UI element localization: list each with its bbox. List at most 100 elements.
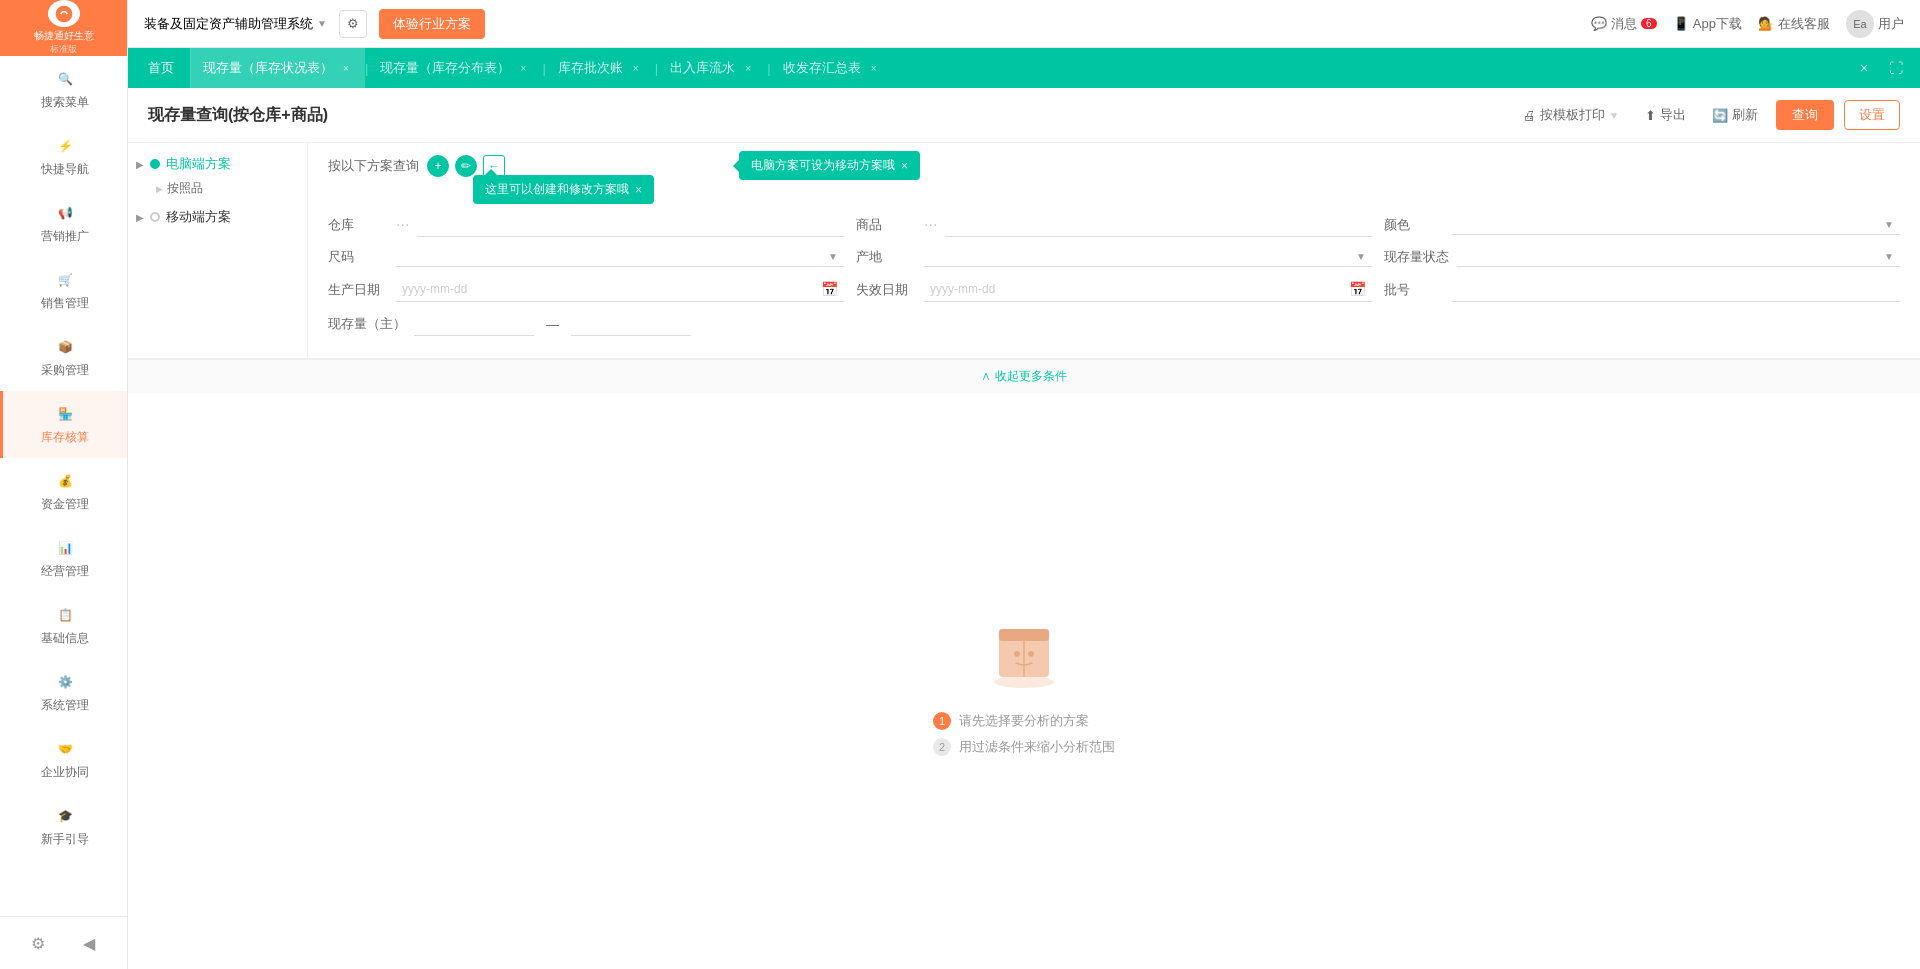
user-avatar: Ea bbox=[1846, 10, 1874, 38]
tab-close-inventory-dist[interactable]: × bbox=[516, 61, 530, 75]
schema-pc-header[interactable]: ▶ 电脑端方案 bbox=[128, 151, 307, 177]
step-1-num: 1 bbox=[933, 712, 951, 730]
app-download-label: App下载 bbox=[1693, 15, 1742, 33]
tab-inout-flow[interactable]: 出入库流水 × bbox=[658, 48, 767, 88]
logo-sub: 标准版 bbox=[50, 43, 77, 56]
edit-tooltip-text: 这里可以创建和修改方案哦 bbox=[485, 181, 629, 198]
empty-step-1: 1 请先选择要分析的方案 bbox=[933, 712, 1115, 730]
app-download-action[interactable]: 📱 App下载 bbox=[1673, 15, 1742, 33]
filter-field-stock-qty: 现存量（主） — bbox=[328, 312, 1900, 336]
tab-inventory-dist[interactable]: 现存量（库存分布表） × bbox=[368, 48, 542, 88]
pc-arrow-icon: ▶ bbox=[136, 159, 144, 170]
online-support-action[interactable]: 💁 在线客服 bbox=[1758, 15, 1830, 33]
sidebar: 畅捷通好生意 标准版 🔍 搜索菜单 ⚡ 快捷导航 📢 营销推广 🛒 销售管理 📦… bbox=[0, 0, 128, 969]
svg-point-5 bbox=[1014, 651, 1020, 657]
header-right: 💬 消息 6 📱 App下载 💁 在线客服 Ea 用户 bbox=[1591, 10, 1904, 38]
sidebar-item-basic[interactable]: 📋 基础信息 bbox=[0, 592, 127, 659]
finance-icon: 💰 bbox=[54, 470, 76, 492]
schema-mobile-header[interactable]: ▶ 移动端方案 bbox=[128, 204, 307, 230]
system-settings-btn[interactable]: ⚙ bbox=[339, 10, 367, 38]
operation-icon: 📊 bbox=[54, 537, 76, 559]
prod-date-from[interactable]: yyyy-mm-dd 📅 bbox=[396, 277, 844, 302]
filter-edit-btn[interactable]: ✏ bbox=[455, 155, 477, 177]
tab-home[interactable]: 首页 bbox=[132, 48, 191, 88]
sidebar-item-finance[interactable]: 💰 资金管理 bbox=[0, 458, 127, 525]
pc-group-label: 电脑端方案 bbox=[166, 155, 231, 173]
sidebar-nav: 🔍 搜索菜单 ⚡ 快捷导航 📢 营销推广 🛒 销售管理 📦 采购管理 🏪 库存核… bbox=[0, 56, 127, 916]
filter-schema-area: ▶ 电脑端方案 ▶ 按照品 ▶ 移动端方案 bbox=[128, 143, 1920, 359]
sidebar-item-quick[interactable]: ⚡ 快捷导航 bbox=[0, 123, 127, 190]
sidebar-item-operation[interactable]: 📊 经营管理 bbox=[0, 525, 127, 592]
filter-field-batch: 批号 bbox=[1384, 278, 1900, 302]
filter-row-2: 尺码 ▼ 产地 ▼ bbox=[328, 247, 1900, 267]
basic-icon: 📋 bbox=[54, 604, 76, 626]
filter-rows: 仓库 ··· 商品 ··· 颜色 bbox=[328, 213, 1900, 336]
trial-button[interactable]: 体验行业方案 bbox=[379, 9, 485, 39]
schema-pc-sub: ▶ 按照品 bbox=[128, 177, 307, 200]
export-btn[interactable]: ⬆ 导出 bbox=[1637, 102, 1694, 128]
print-btn[interactable]: 🖨 按模板打印 ▼ bbox=[1515, 102, 1627, 128]
tab-batch-ledger[interactable]: 库存批次账 × bbox=[546, 48, 655, 88]
user-action[interactable]: Ea 用户 bbox=[1846, 10, 1904, 38]
empty-icon-wrapper bbox=[979, 607, 1069, 700]
schema-tooltip-close-btn[interactable]: × bbox=[901, 159, 908, 173]
page-title-bar: 现存量查询(按仓库+商品) 🖨 按模板打印 ▼ ⬆ 导出 🔄 刷新 查询 设置 bbox=[128, 88, 1920, 143]
warehouse-input[interactable] bbox=[417, 213, 844, 237]
origin-select[interactable]: ▼ bbox=[924, 247, 1372, 267]
page-actions: 🖨 按模板打印 ▼ ⬆ 导出 🔄 刷新 查询 设置 bbox=[1515, 100, 1900, 130]
sidebar-item-system[interactable]: ⚙️ 系统管理 bbox=[0, 659, 127, 726]
collapse-bar[interactable]: ∧ 收起更多条件 bbox=[128, 359, 1920, 393]
tab-receive-summary[interactable]: 收发存汇总表 × bbox=[771, 48, 893, 88]
tab-close-receive-summary[interactable]: × bbox=[867, 61, 881, 75]
export-icon: ⬆ bbox=[1645, 108, 1656, 123]
stock-status-select[interactable]: ▼ bbox=[1457, 247, 1900, 267]
collapse-sidebar-btn[interactable]: ◀ bbox=[75, 929, 103, 957]
sidebar-item-inventory[interactable]: 🏪 库存核算 bbox=[0, 391, 127, 458]
sidebar-item-enterprise[interactable]: 🤝 企业协同 bbox=[0, 726, 127, 793]
mobile-dot-icon bbox=[150, 212, 160, 222]
search-icon: 🔍 bbox=[54, 68, 76, 90]
tab-bar-right: × ⛶ bbox=[1852, 56, 1916, 80]
color-select[interactable]: ▼ bbox=[1452, 215, 1900, 235]
filter-field-size: 尺码 ▼ bbox=[328, 247, 844, 267]
setting-button[interactable]: 设置 bbox=[1844, 100, 1900, 130]
tab-bar: 首页 现存量（库存状况表） × | 现存量（库存分布表） × | 库存批次账 ×… bbox=[128, 48, 1920, 88]
batch-input[interactable] bbox=[1452, 278, 1900, 302]
product-input[interactable] bbox=[945, 213, 1372, 237]
tab-close-all-icon[interactable]: × bbox=[1852, 56, 1876, 80]
message-action[interactable]: 💬 消息 6 bbox=[1591, 15, 1657, 33]
settings-footer-btn[interactable]: ⚙ bbox=[24, 929, 52, 957]
sidebar-item-marketing[interactable]: 📢 营销推广 bbox=[0, 190, 127, 257]
tab-fullscreen-icon[interactable]: ⛶ bbox=[1884, 56, 1908, 80]
refresh-btn[interactable]: 🔄 刷新 bbox=[1704, 102, 1766, 128]
system-name: 装备及固定资产辅助管理系统 bbox=[144, 15, 313, 33]
filter-row-1: 仓库 ··· 商品 ··· 颜色 bbox=[328, 213, 1900, 237]
filter-field-prod-date: 生产日期 yyyy-mm-dd 📅 bbox=[328, 277, 844, 302]
schema-panel: ▶ 电脑端方案 ▶ 按照品 ▶ 移动端方案 bbox=[128, 143, 308, 358]
quick-nav-icon: ⚡ bbox=[54, 135, 76, 157]
svg-point-0 bbox=[55, 5, 72, 22]
query-button[interactable]: 查询 bbox=[1776, 100, 1834, 130]
tab-inventory-status[interactable]: 现存量（库存状况表） × bbox=[191, 48, 365, 88]
tab-close-inventory-status[interactable]: × bbox=[339, 61, 353, 75]
schema-sub-item-product[interactable]: ▶ 按照品 bbox=[148, 177, 307, 200]
sidebar-item-purchase[interactable]: 📦 采购管理 bbox=[0, 324, 127, 391]
purchase-icon: 📦 bbox=[54, 336, 76, 358]
tab-close-batch-ledger[interactable]: × bbox=[629, 61, 643, 75]
product-dots: ··· bbox=[924, 216, 937, 234]
sidebar-item-newbie[interactable]: 🎓 新手引导 bbox=[0, 793, 127, 860]
stock-qty-to[interactable] bbox=[571, 312, 691, 336]
edit-tooltip-close-btn[interactable]: × bbox=[635, 183, 642, 197]
sidebar-item-search[interactable]: 🔍 搜索菜单 bbox=[0, 56, 127, 123]
expiry-date-from[interactable]: yyyy-mm-dd 📅 bbox=[924, 277, 1372, 302]
system-name-dropdown[interactable]: 装备及固定资产辅助管理系统 ▼ bbox=[144, 15, 327, 33]
stock-qty-from[interactable] bbox=[414, 312, 534, 336]
tab-close-inout-flow[interactable]: × bbox=[741, 61, 755, 75]
newbie-icon: 🎓 bbox=[54, 805, 76, 827]
filter-add-btn[interactable]: + bbox=[427, 155, 449, 177]
user-label: 用户 bbox=[1878, 15, 1904, 33]
message-label: 消息 bbox=[1611, 15, 1637, 33]
size-select[interactable]: ▼ bbox=[396, 247, 844, 267]
sub-arrow-icon: ▶ bbox=[156, 184, 163, 194]
sidebar-item-sales[interactable]: 🛒 销售管理 bbox=[0, 257, 127, 324]
